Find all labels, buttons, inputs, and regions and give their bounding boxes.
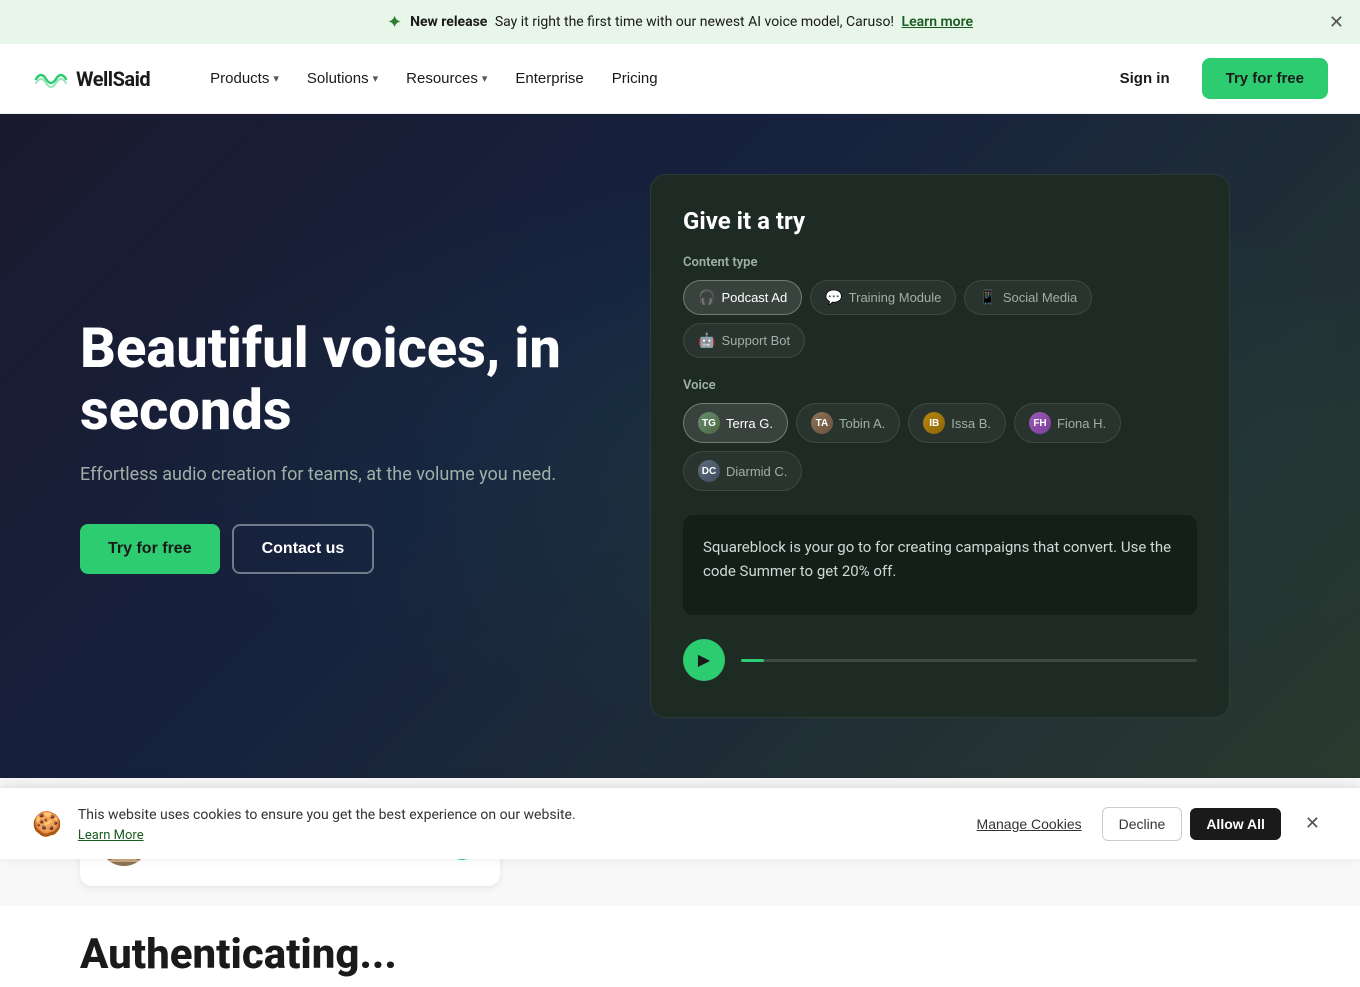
audio-progress-fill bbox=[741, 659, 764, 662]
nav-enterprise[interactable]: Enterprise bbox=[503, 62, 595, 95]
navbar: WellSaid Products ▾ Solutions ▾ Resource… bbox=[0, 44, 1360, 114]
hero-subtitle: Effortless audio creation for teams, at … bbox=[80, 461, 600, 488]
decline-cookies-button[interactable]: Decline bbox=[1102, 807, 1183, 841]
content-type-tabs: 🎧 Podcast Ad 💬 Training Module 📱 Social … bbox=[683, 280, 1197, 358]
learn-more-link[interactable]: Learn more bbox=[902, 14, 973, 30]
avatar-tobin: TA bbox=[811, 412, 833, 434]
announcement-text: New release Say it right the first time … bbox=[410, 14, 973, 30]
announcement-close-button[interactable]: ✕ bbox=[1329, 12, 1344, 33]
nav-products[interactable]: Products ▾ bbox=[198, 62, 291, 95]
voice-tabs: TG Terra G. TA Tobin A. IB Issa B. FH Fi… bbox=[683, 403, 1197, 491]
hero-right: Give it a try Content type 🎧 Podcast Ad … bbox=[600, 174, 1280, 718]
hero-contact-button[interactable]: Contact us bbox=[232, 524, 375, 574]
demo-card: Give it a try Content type 🎧 Podcast Ad … bbox=[650, 174, 1230, 718]
sparkle-icon: ✦ bbox=[387, 12, 402, 33]
audio-progress-track[interactable] bbox=[741, 659, 1197, 662]
play-button[interactable]: ▶ bbox=[683, 639, 725, 681]
hero-try-free-button[interactable]: Try for free bbox=[80, 524, 220, 574]
audio-player: ▶ bbox=[683, 635, 1197, 685]
nav-solutions[interactable]: Solutions ▾ bbox=[295, 62, 390, 95]
hero-title: Beautiful voices, in seconds bbox=[80, 318, 600, 441]
logo[interactable]: WellSaid bbox=[32, 67, 150, 91]
cookie-actions: Manage Cookies Decline Allow All bbox=[965, 807, 1281, 841]
hero-buttons: Try for free Contact us bbox=[80, 524, 600, 574]
cookie-text-area: This website uses cookies to ensure you … bbox=[78, 804, 949, 843]
chevron-down-icon: ▾ bbox=[373, 72, 379, 85]
hero-section: Beautiful voices, in seconds Effortless … bbox=[0, 114, 1360, 778]
nav-links: Products ▾ Solutions ▾ Resources ▾ Enter… bbox=[198, 62, 1071, 95]
chevron-down-icon: ▾ bbox=[273, 72, 279, 85]
auth-title: Authenticating... bbox=[80, 930, 1280, 979]
phone-icon: 📱 bbox=[979, 289, 996, 306]
sign-in-button[interactable]: Sign in bbox=[1104, 62, 1186, 95]
manage-cookies-button[interactable]: Manage Cookies bbox=[965, 808, 1094, 840]
cookie-icon: 🍪 bbox=[32, 810, 62, 838]
demo-card-title: Give it a try bbox=[683, 207, 1197, 235]
demo-text-area: Squareblock is your go to for creating c… bbox=[683, 515, 1197, 615]
voice-tab-fiona[interactable]: FH Fiona H. bbox=[1014, 403, 1121, 443]
logo-text: WellSaid bbox=[76, 67, 150, 91]
voice-tab-diarmid[interactable]: DC Diarmid C. bbox=[683, 451, 802, 491]
demo-preview-text: Squareblock is your go to for creating c… bbox=[703, 535, 1177, 583]
avatar-fiona: FH bbox=[1029, 412, 1051, 434]
auth-section: Authenticating... bbox=[0, 906, 1360, 987]
chat-icon: 💬 bbox=[825, 289, 842, 306]
announcement-banner: ✦ New release Say it right the first tim… bbox=[0, 0, 1360, 44]
chevron-down-icon: ▾ bbox=[482, 72, 488, 85]
voice-tab-terra[interactable]: TG Terra G. bbox=[683, 403, 788, 443]
nav-right: Sign in Try for free bbox=[1104, 58, 1328, 99]
cookie-banner: 🍪 This website uses cookies to ensure yo… bbox=[0, 787, 1360, 859]
play-icon: ▶ bbox=[698, 650, 710, 670]
allow-cookies-button[interactable]: Allow All bbox=[1190, 808, 1281, 840]
avatar-diarmid: DC bbox=[698, 460, 720, 482]
voice-tab-issa[interactable]: IB Issa B. bbox=[908, 403, 1006, 443]
avatar-issa: IB bbox=[923, 412, 945, 434]
wellsaid-logo-icon bbox=[32, 67, 68, 91]
voice-label: Voice bbox=[683, 378, 1197, 393]
cookie-learn-more-link[interactable]: Learn More bbox=[78, 828, 949, 843]
content-tab-training[interactable]: 💬 Training Module bbox=[810, 280, 956, 315]
headphones-icon: 🎧 bbox=[698, 289, 715, 306]
voice-tab-tobin[interactable]: TA Tobin A. bbox=[796, 403, 900, 443]
avatar-terra: TG bbox=[698, 412, 720, 434]
cookie-message: This website uses cookies to ensure you … bbox=[78, 807, 576, 823]
content-tab-support[interactable]: 🤖 Support Bot bbox=[683, 323, 805, 358]
hero-left: Beautiful voices, in seconds Effortless … bbox=[80, 318, 600, 574]
nav-resources[interactable]: Resources ▾ bbox=[394, 62, 499, 95]
nav-pricing[interactable]: Pricing bbox=[600, 62, 670, 95]
cookie-close-button[interactable]: ✕ bbox=[1297, 809, 1328, 838]
nav-try-free-button[interactable]: Try for free bbox=[1202, 58, 1328, 99]
robot-icon: 🤖 bbox=[698, 332, 715, 349]
content-tab-social[interactable]: 📱 Social Media bbox=[964, 280, 1092, 315]
content-tab-podcast[interactable]: 🎧 Podcast Ad bbox=[683, 280, 802, 315]
content-type-label: Content type bbox=[683, 255, 1197, 270]
